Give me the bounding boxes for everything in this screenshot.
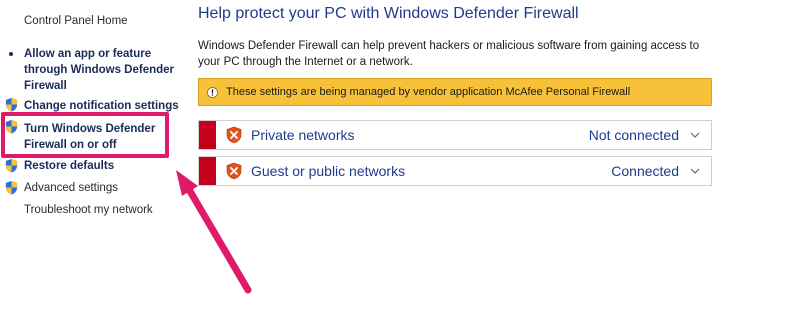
main-panel: Help protect your PC with Windows Defend…: [186, 0, 800, 332]
sidebar-item-label: Allow an app or feature: [24, 48, 152, 60]
uac-shield-icon: [5, 180, 18, 195]
control-panel-home-link[interactable]: Control Panel Home: [24, 15, 128, 27]
firewall-off-shield-icon: [226, 162, 242, 180]
page-description: Windows Defender Firewall can help preve…: [198, 40, 700, 68]
sidebar-item-restore-defaults[interactable]: Restore defaults: [24, 158, 114, 174]
uac-shield-icon: [5, 119, 18, 134]
sidebar-item-allow-app[interactable]: Allow an app or feature through Windows …: [24, 46, 174, 94]
warning-icon: [207, 86, 218, 98]
sidebar-item-label: Firewall: [24, 80, 67, 92]
sidebar-item-label: Turn Windows Defender: [24, 123, 156, 135]
guest-public-networks-row[interactable]: Guest or public networks Connected: [198, 156, 712, 186]
network-name: Guest or public networks: [251, 163, 406, 179]
sidebar-item-label: Firewall on or off: [24, 139, 117, 151]
sidebar-item-advanced-settings[interactable]: Advanced settings: [24, 180, 118, 196]
uac-shield-icon: [5, 97, 18, 112]
warning-text: These settings are being managed by vend…: [226, 86, 631, 98]
bullet-icon: [9, 52, 13, 56]
chevron-down-icon[interactable]: [689, 165, 701, 177]
network-status: Connected: [611, 163, 679, 179]
chevron-down-icon[interactable]: [689, 129, 701, 141]
network-name: Private networks: [251, 127, 355, 143]
sidebar-item-turn-on-off[interactable]: Turn Windows Defender Firewall on or off: [24, 121, 155, 153]
sidebar: Control Panel Home Allow an app or featu…: [0, 0, 180, 332]
status-color-bar: [199, 157, 216, 185]
uac-shield-icon: [5, 158, 18, 173]
sidebar-item-troubleshoot[interactable]: Troubleshoot my network: [24, 202, 153, 218]
firewall-off-shield-icon: [226, 126, 242, 144]
status-color-bar: [199, 121, 216, 149]
sidebar-item-label: through Windows Defender: [24, 64, 175, 76]
vendor-warning-banner: These settings are being managed by vend…: [198, 78, 712, 106]
private-networks-row[interactable]: Private networks Not connected: [198, 120, 712, 150]
network-status: Not connected: [588, 127, 679, 143]
page-title: Help protect your PC with Windows Defend…: [198, 5, 579, 22]
